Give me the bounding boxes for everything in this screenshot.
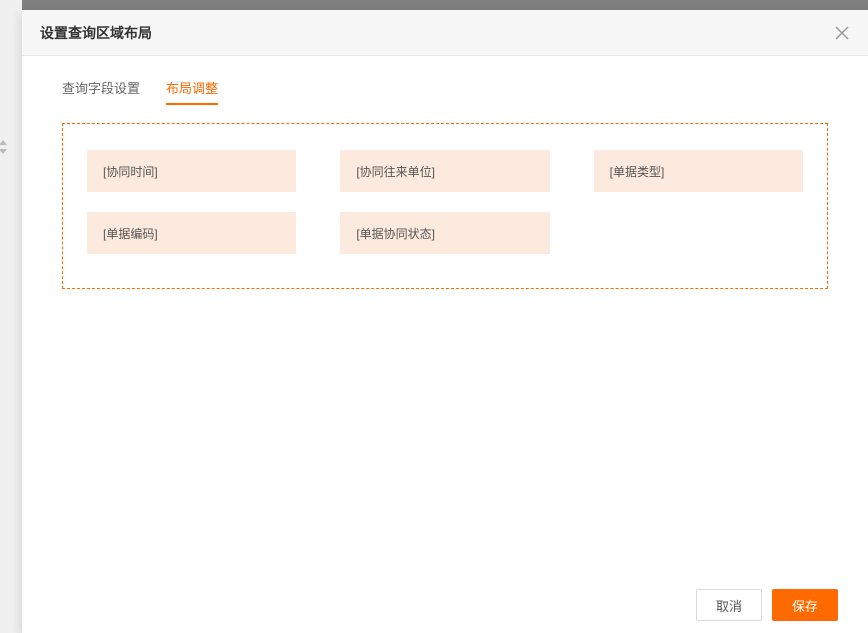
field-label: [单据编码] [103, 225, 158, 242]
modal-dialog: 设置查询区域布局 查询字段设置 布局调整 [协同时间] [协同往来单位] [单据… [22, 10, 868, 633]
field-label: [协同往来单位] [356, 163, 435, 180]
field-label: [单据类型] [610, 163, 665, 180]
save-button[interactable]: 保存 [772, 589, 838, 621]
modal-header: 设置查询区域布局 [22, 10, 868, 56]
field-label: [协同时间] [103, 163, 158, 180]
cancel-button[interactable]: 取消 [696, 589, 762, 621]
field-block-collab-status[interactable]: [单据协同状态] [340, 212, 549, 254]
field-block-partner-unit[interactable]: [协同往来单位] [340, 150, 549, 192]
ghost-sort-icon [0, 140, 18, 158]
tab-query-fields[interactable]: 查询字段设置 [62, 78, 140, 105]
close-icon[interactable] [834, 25, 850, 41]
modal-body: 查询字段设置 布局调整 [协同时间] [协同往来单位] [单据类型] [单据编码… [22, 56, 868, 289]
modal-title: 设置查询区域布局 [40, 23, 152, 43]
field-block-bill-type[interactable]: [单据类型] [594, 150, 803, 192]
field-label: [单据协同状态] [356, 225, 435, 242]
layout-drop-zone[interactable]: [协同时间] [协同往来单位] [单据类型] [单据编码] [单据协同状态] [62, 123, 828, 289]
tab-layout-adjust[interactable]: 布局调整 [166, 78, 218, 105]
field-block-collaboration-time[interactable]: [协同时间] [87, 150, 296, 192]
modal-footer: 取消 保存 [22, 577, 868, 633]
background-panel [0, 0, 22, 633]
field-block-bill-code[interactable]: [单据编码] [87, 212, 296, 254]
tabs-nav: 查询字段设置 布局调整 [62, 78, 828, 105]
